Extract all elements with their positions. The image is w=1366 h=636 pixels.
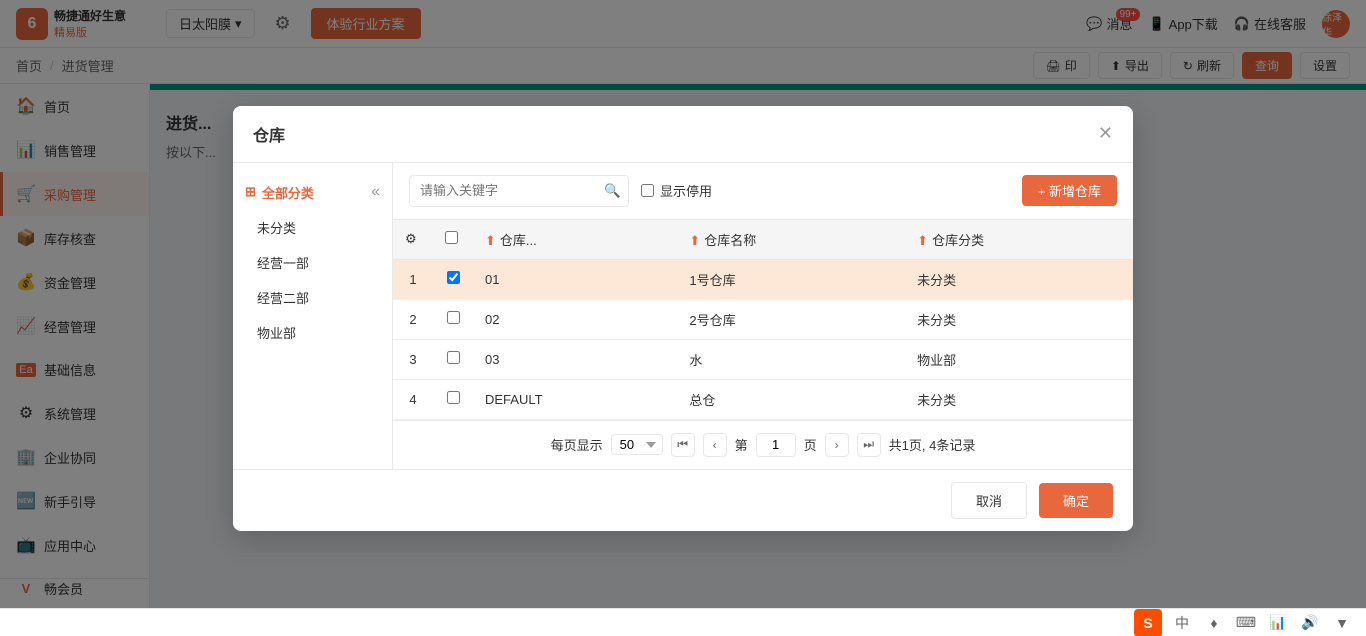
row-check-cell[interactable]: [433, 379, 473, 419]
table-header-row: ⚙ ⬆仓库... ⬆仓库名称 ⬆仓库分类: [393, 220, 1133, 260]
search-button[interactable]: 🔍: [604, 183, 621, 199]
col-name: ⬆仓库名称: [677, 220, 905, 260]
confirm-button[interactable]: 确定: [1039, 483, 1113, 518]
expand-icon[interactable]: ▼: [1330, 611, 1354, 635]
row-checkbox[interactable]: [447, 351, 460, 364]
category-item-dept1[interactable]: 经营一部: [233, 245, 392, 280]
row-checkbox[interactable]: [447, 271, 460, 284]
category-item-unclassified[interactable]: 未分类: [233, 210, 392, 245]
row-checkbox[interactable]: [447, 391, 460, 404]
search-wrap: 🔍: [409, 175, 629, 207]
row-category: 未分类: [905, 379, 1133, 419]
category-collapse-icon[interactable]: «: [371, 183, 380, 201]
chart-icon[interactable]: 📊: [1266, 611, 1290, 635]
row-name: 水: [677, 339, 905, 379]
row-category: 未分类: [905, 299, 1133, 339]
row-no: 2: [393, 299, 433, 339]
table-row[interactable]: 1 01 1号仓库 未分类: [393, 259, 1133, 299]
grid-icon: ⊞: [245, 184, 256, 200]
table-row[interactable]: 4 DEFAULT 总仓 未分类: [393, 379, 1133, 419]
col-code: ⬆仓库...: [473, 220, 677, 260]
new-warehouse-button[interactable]: + 新增仓库: [1022, 175, 1117, 206]
row-no: 1: [393, 259, 433, 299]
page-size-select[interactable]: 50 10 20 100: [611, 434, 663, 455]
last-page-button[interactable]: ⏭: [857, 433, 881, 457]
chinese-icon[interactable]: 中: [1170, 611, 1194, 635]
modal-overlay: 仓库 ✕ ⊞ 全部分类 « 未分类 经营一部 经营二部 物业部: [0, 0, 1366, 636]
table-row[interactable]: 3 03 水 物业部: [393, 339, 1133, 379]
warehouse-table: ⚙ ⬆仓库... ⬆仓库名称 ⬆仓库分类 1 01 1号仓库 未分类 2: [393, 220, 1133, 420]
modal-title: 仓库: [253, 122, 285, 146]
row-code: 03: [473, 339, 677, 379]
row-name: 2号仓库: [677, 299, 905, 339]
next-page-button[interactable]: ›: [825, 433, 849, 457]
row-check-cell[interactable]: [433, 299, 473, 339]
modal-close-button[interactable]: ✕: [1098, 123, 1113, 144]
category-item-property[interactable]: 物业部: [233, 315, 392, 350]
warehouse-table-wrap: ⚙ ⬆仓库... ⬆仓库名称 ⬆仓库分类 1 01 1号仓库 未分类 2: [393, 220, 1133, 420]
row-code: 02: [473, 299, 677, 339]
modal-body: ⊞ 全部分类 « 未分类 经营一部 经营二部 物业部 🔍: [233, 163, 1133, 469]
cancel-button[interactable]: 取消: [951, 482, 1027, 519]
row-no: 3: [393, 339, 433, 379]
row-code: 01: [473, 259, 677, 299]
category-item-dept2[interactable]: 经营二部: [233, 280, 392, 315]
show-disabled-label[interactable]: 显示停用: [641, 181, 712, 200]
prev-page-button[interactable]: ‹: [703, 433, 727, 457]
row-check-cell[interactable]: [433, 339, 473, 379]
row-category: 未分类: [905, 259, 1133, 299]
modal-header: 仓库 ✕: [233, 106, 1133, 163]
category-sidebar: ⊞ 全部分类 « 未分类 经营一部 经营二部 物业部: [233, 163, 393, 469]
row-no: 4: [393, 379, 433, 419]
col-category: ⬆仓库分类: [905, 220, 1133, 260]
col-gear: ⚙: [393, 220, 433, 260]
row-category: 物业部: [905, 339, 1133, 379]
total-info: 共1页, 4条记录: [889, 435, 976, 454]
modal-main: 🔍 显示停用 + 新增仓库 ⚙: [393, 163, 1133, 469]
modal-toolbar: 🔍 显示停用 + 新增仓库: [393, 163, 1133, 220]
row-check-cell[interactable]: [433, 259, 473, 299]
volume-icon[interactable]: 🔊: [1298, 611, 1322, 635]
col-check: [433, 220, 473, 260]
row-name: 1号仓库: [677, 259, 905, 299]
row-name: 总仓: [677, 379, 905, 419]
keyboard-icon[interactable]: ⌨: [1234, 611, 1258, 635]
bottom-status-bar: S 中 ♦ ⌨ 📊 🔊 ▼: [0, 608, 1366, 636]
search-input[interactable]: [409, 175, 629, 207]
modal-pagination: 每页显示 50 10 20 100 ⏮ ‹ 第 页 › ⏭ 共1页, 4条记录: [393, 420, 1133, 469]
table-row[interactable]: 2 02 2号仓库 未分类: [393, 299, 1133, 339]
first-page-button[interactable]: ⏮: [671, 433, 695, 457]
select-all-checkbox[interactable]: [445, 231, 458, 244]
row-checkbox[interactable]: [447, 311, 460, 324]
row-code: DEFAULT: [473, 379, 677, 419]
diamond-icon[interactable]: ♦: [1202, 611, 1226, 635]
modal-footer: 取消 确定: [233, 469, 1133, 531]
s-logo: S: [1134, 609, 1162, 636]
warehouse-modal: 仓库 ✕ ⊞ 全部分类 « 未分类 经营一部 经营二部 物业部: [233, 106, 1133, 531]
page-number-input[interactable]: [756, 433, 796, 457]
show-disabled-checkbox[interactable]: [641, 184, 654, 197]
category-header[interactable]: ⊞ 全部分类 «: [233, 175, 392, 210]
